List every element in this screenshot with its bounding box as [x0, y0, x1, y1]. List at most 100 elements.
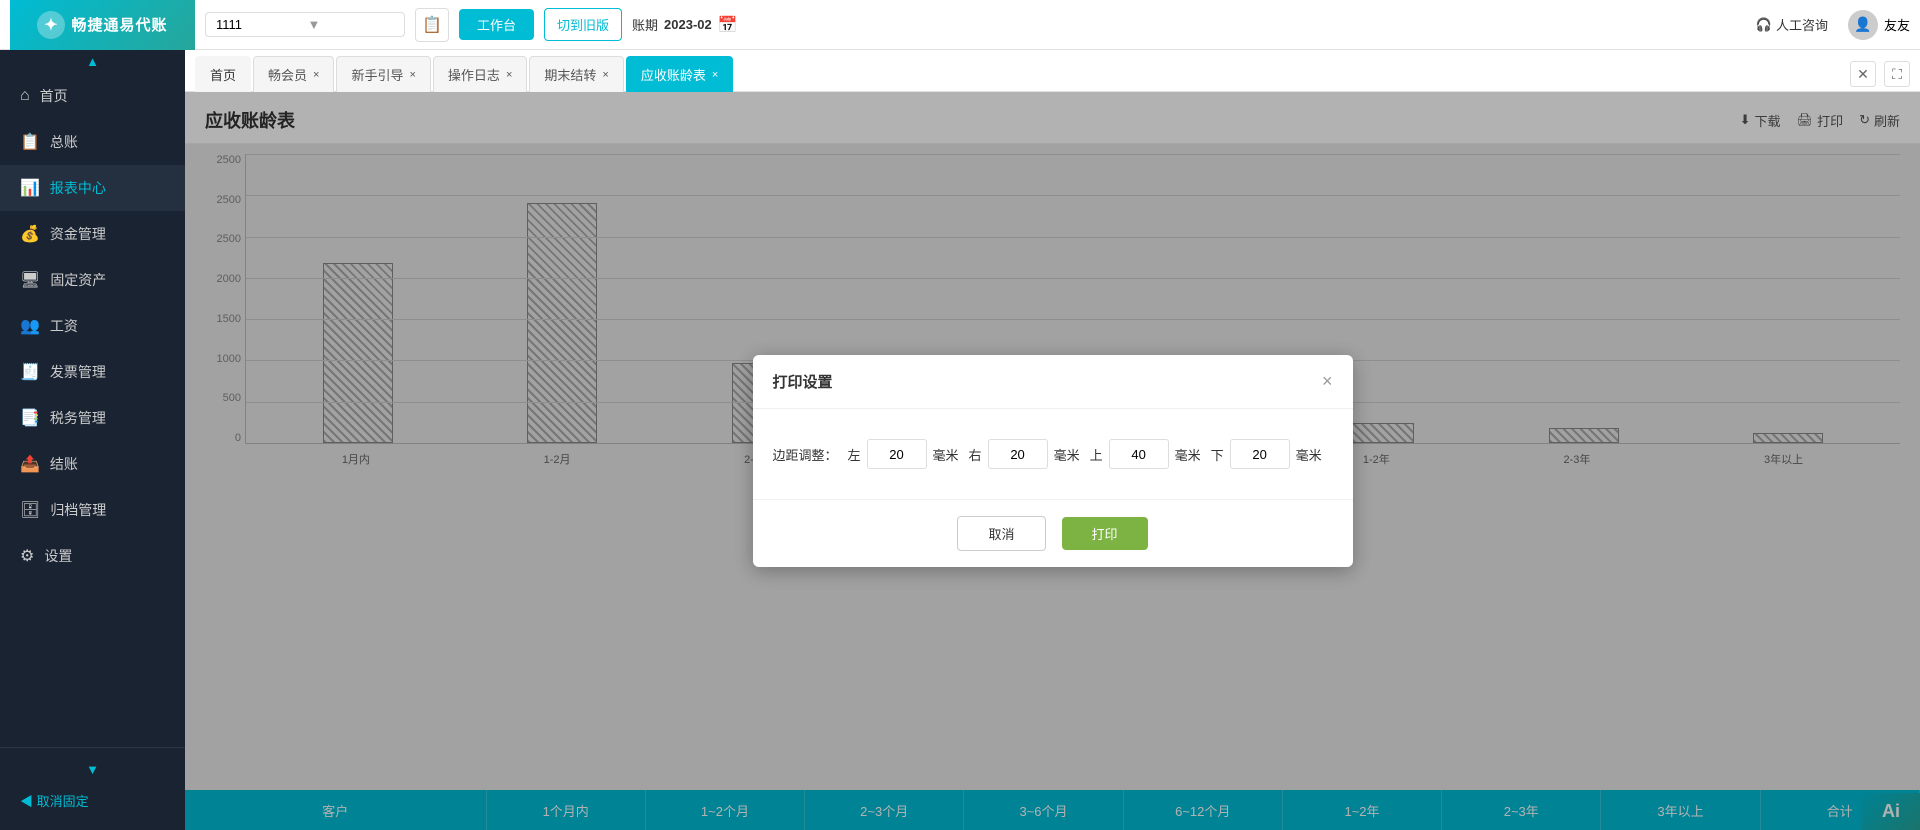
sidebar-item-reports[interactable]: 📊 报表中心: [0, 165, 185, 211]
tab-label-member: 畅会员: [268, 65, 307, 84]
sidebar-scroll-up[interactable]: ▲: [0, 50, 185, 73]
sidebar-item-salary[interactable]: 👥 工资: [0, 303, 185, 349]
tab-fullscreen-button[interactable]: ⛶: [1884, 61, 1910, 87]
tab-guide[interactable]: 新手引导 ×: [336, 56, 430, 92]
bottom-margin-input[interactable]: [1230, 439, 1290, 469]
right-label: 右: [969, 445, 982, 464]
modal-overlay: 打印设置 × 边距调整： 左 毫米: [185, 92, 1920, 830]
bottom-unit: 毫米: [1296, 445, 1322, 464]
sidebar-bottom: ▼ ◀ 取消固定: [0, 747, 185, 830]
reports-icon: 📊: [20, 178, 40, 198]
sidebar-item-assets[interactable]: 🖥 固定资产: [0, 257, 185, 303]
tab-label-ar-aging: 应收账龄表: [641, 65, 706, 84]
tab-close-button[interactable]: ✕: [1850, 61, 1876, 87]
logo-icon: ✦: [37, 11, 65, 39]
tabs-bar-right: ✕ ⛶: [1850, 61, 1910, 91]
margin-right-group: 右 毫米: [969, 439, 1080, 469]
user-name: 友友: [1884, 15, 1910, 34]
settings-icon: ⚙: [20, 546, 34, 566]
tab-label-oplog: 操作日志: [448, 65, 500, 84]
margin-left-group: 左 毫米: [848, 439, 959, 469]
tab-close-period-end[interactable]: ×: [602, 69, 608, 81]
margin-label: 边距调整：: [773, 445, 838, 464]
sidebar-item-home[interactable]: ⌂ 首页: [0, 73, 185, 119]
logo-text: 畅捷通易代账: [71, 14, 167, 35]
tab-close-member[interactable]: ×: [313, 69, 319, 81]
tabs-bar: 首页 畅会员 × 新手引导 × 操作日志 × 期末结转 ×: [185, 50, 1920, 92]
tab-member[interactable]: 畅会员 ×: [253, 56, 334, 92]
sidebar-label-salary: 工资: [50, 316, 78, 336]
modal-title: 打印设置: [773, 371, 833, 392]
tab-label-period-end: 期末结转: [544, 65, 596, 84]
sidebar-label-tax: 税务管理: [50, 408, 106, 428]
clipboard-button[interactable]: 📋: [415, 8, 449, 42]
user-avatar: 👤: [1848, 10, 1878, 40]
modal-header: 打印设置 ×: [753, 355, 1353, 409]
invoice-icon: 🧾: [20, 362, 40, 382]
right-margin-input[interactable]: [988, 439, 1048, 469]
sidebar-label-funds: 资金管理: [50, 224, 106, 244]
sidebar-label-assets: 固定资产: [50, 270, 106, 290]
sidebar-item-tax[interactable]: 📑 税务管理: [0, 395, 185, 441]
bottom-label: 下: [1211, 445, 1224, 464]
top-label: 上: [1090, 445, 1103, 464]
sidebar-item-checkout[interactable]: 📤 结账: [0, 441, 185, 487]
sidebar-item-invoice[interactable]: 🧾 发票管理: [0, 349, 185, 395]
sidebar-label-home: 首页: [40, 86, 68, 106]
right-unit: 毫米: [1054, 445, 1080, 464]
period-label: 账期: [632, 15, 658, 34]
tab-close-oplog[interactable]: ×: [506, 69, 512, 81]
company-selector[interactable]: 1111 ▼: [205, 12, 405, 37]
ledger-icon: 📋: [20, 132, 40, 152]
logo: ✦ 畅捷通易代账: [10, 0, 195, 50]
calendar-icon[interactable]: 📅: [718, 15, 738, 35]
sidebar-label-settings: 设置: [44, 546, 72, 566]
left-unit: 毫米: [933, 445, 959, 464]
sidebar-label-archive: 归档管理: [50, 500, 106, 520]
margin-bottom-group: 下 毫米: [1211, 439, 1322, 469]
tab-close-ar-aging[interactable]: ×: [712, 69, 718, 81]
sidebar-item-ledger[interactable]: 📋 总账: [0, 119, 185, 165]
assets-icon: 🖥: [20, 270, 40, 290]
sidebar-label-checkout: 结账: [50, 454, 78, 474]
sidebar-item-funds[interactable]: 💰 资金管理: [0, 211, 185, 257]
tab-label-guide: 新手引导: [351, 65, 403, 84]
user-area[interactable]: 👤 友友: [1848, 10, 1910, 40]
modal-close-button[interactable]: ×: [1322, 371, 1333, 392]
tab-ar-aging[interactable]: 应收账龄表 ×: [626, 56, 733, 92]
cancel-button[interactable]: 取消: [957, 516, 1045, 551]
clipboard-icon: 📋: [422, 15, 442, 35]
sidebar-scroll-down[interactable]: ▼: [0, 758, 185, 781]
modal-footer: 取消 打印: [753, 499, 1353, 567]
sidebar: ▲ ⌂ 首页 📋 总账 📊 报表中心 💰 资金管理 🖥 固定资产: [0, 50, 185, 830]
main-layout: ▲ ⌂ 首页 📋 总账 📊 报表中心 💰 资金管理 🖥 固定资产: [0, 50, 1920, 830]
close-icon: ✕: [1857, 66, 1869, 83]
switch-old-button[interactable]: 切到旧版: [544, 8, 622, 41]
company-name: 1111: [216, 17, 303, 32]
tab-close-guide[interactable]: ×: [409, 69, 415, 81]
checkout-icon: 📤: [20, 454, 40, 474]
modal-body: 边距调整： 左 毫米 右 毫米: [753, 409, 1353, 499]
tab-label-home: 首页: [210, 65, 236, 84]
archive-icon: 🗄: [20, 500, 40, 520]
tab-period-end[interactable]: 期末结转 ×: [529, 56, 623, 92]
sidebar-item-settings[interactable]: ⚙ 设置: [0, 533, 185, 579]
tab-oplog[interactable]: 操作日志 ×: [433, 56, 527, 92]
headset-icon: 🎧: [1756, 17, 1772, 33]
user-icon: 👤: [1854, 16, 1871, 33]
sidebar-item-archive[interactable]: 🗄 归档管理: [0, 487, 185, 533]
print-confirm-button[interactable]: 打印: [1062, 517, 1148, 550]
salary-icon: 👥: [20, 316, 40, 336]
margin-row: 边距调整： 左 毫米 右 毫米: [773, 439, 1333, 469]
sidebar-label-ledger: 总账: [50, 132, 78, 152]
tab-home[interactable]: 首页: [195, 56, 251, 92]
print-settings-dialog: 打印设置 × 边距调整： 左 毫米: [753, 355, 1353, 567]
consult-button[interactable]: 🎧 人工咨询: [1756, 15, 1828, 34]
left-label: 左: [848, 445, 861, 464]
workbench-button[interactable]: 工作台: [459, 9, 534, 40]
top-margin-input[interactable]: [1109, 439, 1169, 469]
header-right: 🎧 人工咨询 👤 友友: [1756, 10, 1910, 40]
left-margin-input[interactable]: [867, 439, 927, 469]
sidebar-collapse-button[interactable]: ◀ 取消固定: [0, 781, 185, 820]
home-icon: ⌂: [20, 87, 30, 105]
